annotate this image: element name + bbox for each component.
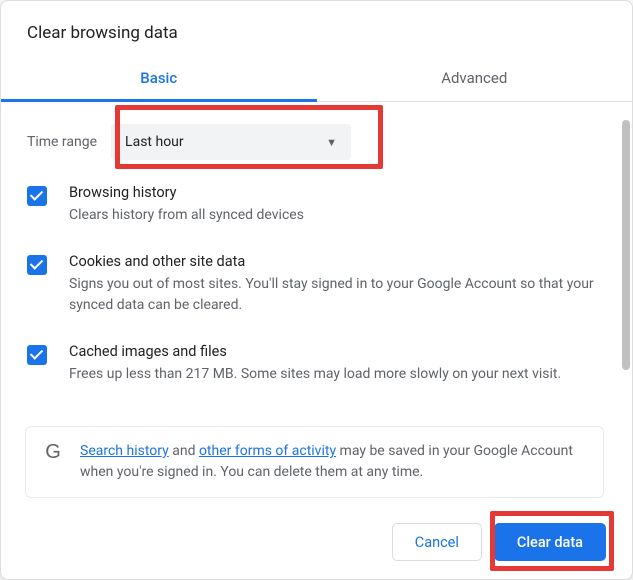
dialog-content: Time range Last hour ▼ Browsing history … xyxy=(1,102,632,508)
checkbox-cookies[interactable] xyxy=(27,255,47,275)
button-label: Clear data xyxy=(517,534,583,551)
checkbox-browsing-history[interactable] xyxy=(27,186,47,206)
option-title: Browsing history xyxy=(69,184,304,201)
tab-label: Advanced xyxy=(441,69,507,87)
cancel-button[interactable]: Cancel xyxy=(392,523,482,561)
clear-data-button[interactable]: Clear data xyxy=(494,523,606,561)
option-desc: Clears history from all synced devices xyxy=(69,205,304,225)
option-browsing-history: Browsing history Clears history from all… xyxy=(27,184,602,225)
tab-basic[interactable]: Basic xyxy=(1,57,317,101)
time-range-row: Time range Last hour ▼ xyxy=(1,102,628,168)
google-account-info: G Search history and other forms of acti… xyxy=(25,426,604,498)
dialog-title: Clear browsing data xyxy=(1,1,632,57)
search-history-link[interactable]: Search history xyxy=(80,443,169,459)
time-range-label: Time range xyxy=(27,134,97,150)
time-range-value: Last hour xyxy=(125,134,184,150)
button-label: Cancel xyxy=(415,534,459,551)
option-cookies: Cookies and other site data Signs you ou… xyxy=(27,253,602,315)
checkbox-cache[interactable] xyxy=(27,345,47,365)
options-list: Browsing history Clears history from all… xyxy=(1,168,628,422)
time-range-select[interactable]: Last hour ▼ xyxy=(111,124,351,160)
other-activity-link[interactable]: other forms of activity xyxy=(199,443,336,459)
option-desc: Signs you out of most sites. You'll stay… xyxy=(69,274,602,315)
time-range-select-wrap: Last hour ▼ xyxy=(111,124,351,160)
option-title: Cookies and other site data xyxy=(69,253,602,270)
option-desc: Frees up less than 217 MB. Some sites ma… xyxy=(69,364,561,384)
option-title: Cached images and files xyxy=(69,343,561,360)
option-text: Cookies and other site data Signs you ou… xyxy=(69,253,602,315)
option-text: Browsing history Clears history from all… xyxy=(69,184,304,225)
info-text: Search history and other forms of activi… xyxy=(80,441,587,483)
google-g-icon: G xyxy=(42,441,64,463)
chevron-down-icon: ▼ xyxy=(326,136,337,149)
dialog-footer: Cancel Clear data xyxy=(1,508,632,579)
info-text-mid: and xyxy=(169,443,199,459)
scrollbar-thumb[interactable] xyxy=(622,120,630,370)
tabs: Basic Advanced xyxy=(1,57,632,102)
tab-label: Basic xyxy=(140,69,177,87)
option-cache: Cached images and files Frees up less th… xyxy=(27,343,602,384)
tab-advanced[interactable]: Advanced xyxy=(317,57,633,101)
option-text: Cached images and files Frees up less th… xyxy=(69,343,561,384)
scrollbar[interactable] xyxy=(622,110,630,470)
clear-browsing-data-dialog: Clear browsing data Basic Advanced Time … xyxy=(1,1,632,579)
